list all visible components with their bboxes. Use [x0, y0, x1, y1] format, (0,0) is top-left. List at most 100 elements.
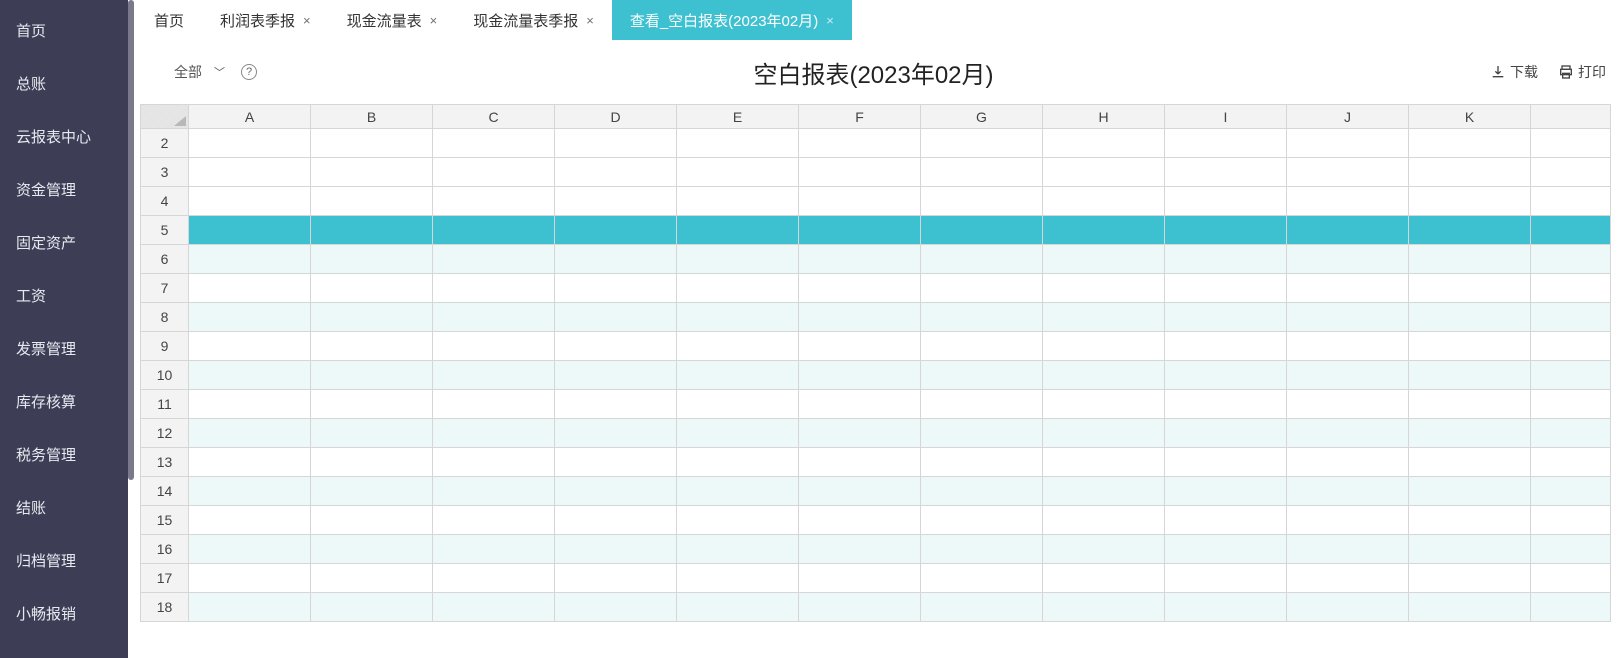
cell-overflow-8[interactable] — [1531, 303, 1611, 332]
cell-G9[interactable] — [921, 332, 1043, 361]
cell-B17[interactable] — [311, 564, 433, 593]
sidebar-item-6[interactable]: 发票管理 — [0, 322, 128, 375]
cell-I17[interactable] — [1165, 564, 1287, 593]
cell-C14[interactable] — [433, 477, 555, 506]
cell-H6[interactable] — [1043, 245, 1165, 274]
row-header-7[interactable]: 7 — [141, 274, 189, 303]
sidebar-scrollbar[interactable] — [128, 0, 134, 480]
cell-A18[interactable] — [189, 593, 311, 622]
cell-D6[interactable] — [555, 245, 677, 274]
cell-overflow-7[interactable] — [1531, 274, 1611, 303]
cell-K15[interactable] — [1409, 506, 1531, 535]
row-header-13[interactable]: 13 — [141, 448, 189, 477]
cell-K13[interactable] — [1409, 448, 1531, 477]
cell-A2[interactable] — [189, 129, 311, 158]
column-header-G[interactable]: G — [921, 105, 1043, 129]
cell-C12[interactable] — [433, 419, 555, 448]
sidebar-item-4[interactable]: 固定资产 — [0, 216, 128, 269]
cell-G2[interactable] — [921, 129, 1043, 158]
cell-J16[interactable] — [1287, 535, 1409, 564]
cell-J3[interactable] — [1287, 158, 1409, 187]
cell-overflow-13[interactable] — [1531, 448, 1611, 477]
cell-J11[interactable] — [1287, 390, 1409, 419]
cell-J7[interactable] — [1287, 274, 1409, 303]
cell-C9[interactable] — [433, 332, 555, 361]
cell-B18[interactable] — [311, 593, 433, 622]
cell-A4[interactable] — [189, 187, 311, 216]
cell-E7[interactable] — [677, 274, 799, 303]
cell-H8[interactable] — [1043, 303, 1165, 332]
cell-C11[interactable] — [433, 390, 555, 419]
cell-overflow-9[interactable] — [1531, 332, 1611, 361]
cell-overflow-2[interactable] — [1531, 129, 1611, 158]
cell-C4[interactable] — [433, 187, 555, 216]
cell-H17[interactable] — [1043, 564, 1165, 593]
close-icon[interactable]: × — [303, 13, 311, 28]
cell-B14[interactable] — [311, 477, 433, 506]
cell-J10[interactable] — [1287, 361, 1409, 390]
row-header-18[interactable]: 18 — [141, 593, 189, 622]
cell-I9[interactable] — [1165, 332, 1287, 361]
cell-A16[interactable] — [189, 535, 311, 564]
sidebar-item-7[interactable]: 库存核算 — [0, 375, 128, 428]
cell-A12[interactable] — [189, 419, 311, 448]
cell-B15[interactable] — [311, 506, 433, 535]
cell-F8[interactable] — [799, 303, 921, 332]
cell-A3[interactable] — [189, 158, 311, 187]
cell-F17[interactable] — [799, 564, 921, 593]
cell-B16[interactable] — [311, 535, 433, 564]
cell-F2[interactable] — [799, 129, 921, 158]
cell-H3[interactable] — [1043, 158, 1165, 187]
cell-overflow-4[interactable] — [1531, 187, 1611, 216]
cell-J17[interactable] — [1287, 564, 1409, 593]
cell-C13[interactable] — [433, 448, 555, 477]
cell-H16[interactable] — [1043, 535, 1165, 564]
cell-F7[interactable] — [799, 274, 921, 303]
column-header-J[interactable]: J — [1287, 105, 1409, 129]
cell-E16[interactable] — [677, 535, 799, 564]
cell-overflow-14[interactable] — [1531, 477, 1611, 506]
row-header-4[interactable]: 4 — [141, 187, 189, 216]
cell-E11[interactable] — [677, 390, 799, 419]
cell-K10[interactable] — [1409, 361, 1531, 390]
filter-dropdown[interactable]: 全部 — [174, 62, 202, 82]
cell-overflow-3[interactable] — [1531, 158, 1611, 187]
row-header-15[interactable]: 15 — [141, 506, 189, 535]
cell-B3[interactable] — [311, 158, 433, 187]
cell-E5[interactable] — [677, 216, 799, 245]
cell-K3[interactable] — [1409, 158, 1531, 187]
cell-F16[interactable] — [799, 535, 921, 564]
cell-I14[interactable] — [1165, 477, 1287, 506]
close-icon[interactable]: × — [586, 13, 594, 28]
cell-E12[interactable] — [677, 419, 799, 448]
cell-D7[interactable] — [555, 274, 677, 303]
cell-G18[interactable] — [921, 593, 1043, 622]
cell-K9[interactable] — [1409, 332, 1531, 361]
cell-I18[interactable] — [1165, 593, 1287, 622]
cell-A10[interactable] — [189, 361, 311, 390]
cell-D2[interactable] — [555, 129, 677, 158]
cell-G6[interactable] — [921, 245, 1043, 274]
cell-D5[interactable] — [555, 216, 677, 245]
cell-B2[interactable] — [311, 129, 433, 158]
cell-A9[interactable] — [189, 332, 311, 361]
cell-K18[interactable] — [1409, 593, 1531, 622]
cell-D14[interactable] — [555, 477, 677, 506]
cell-D11[interactable] — [555, 390, 677, 419]
cell-D16[interactable] — [555, 535, 677, 564]
cell-G4[interactable] — [921, 187, 1043, 216]
tab-1[interactable]: 利润表季报× — [202, 0, 329, 40]
cell-E17[interactable] — [677, 564, 799, 593]
sidebar-item-2[interactable]: 云报表中心 — [0, 110, 128, 163]
cell-I11[interactable] — [1165, 390, 1287, 419]
column-header-E[interactable]: E — [677, 105, 799, 129]
cell-D17[interactable] — [555, 564, 677, 593]
cell-D4[interactable] — [555, 187, 677, 216]
cell-overflow-18[interactable] — [1531, 593, 1611, 622]
cell-B5[interactable] — [311, 216, 433, 245]
cell-overflow-5[interactable] — [1531, 216, 1611, 245]
row-header-12[interactable]: 12 — [141, 419, 189, 448]
cell-K6[interactable] — [1409, 245, 1531, 274]
cell-F3[interactable] — [799, 158, 921, 187]
cell-G3[interactable] — [921, 158, 1043, 187]
